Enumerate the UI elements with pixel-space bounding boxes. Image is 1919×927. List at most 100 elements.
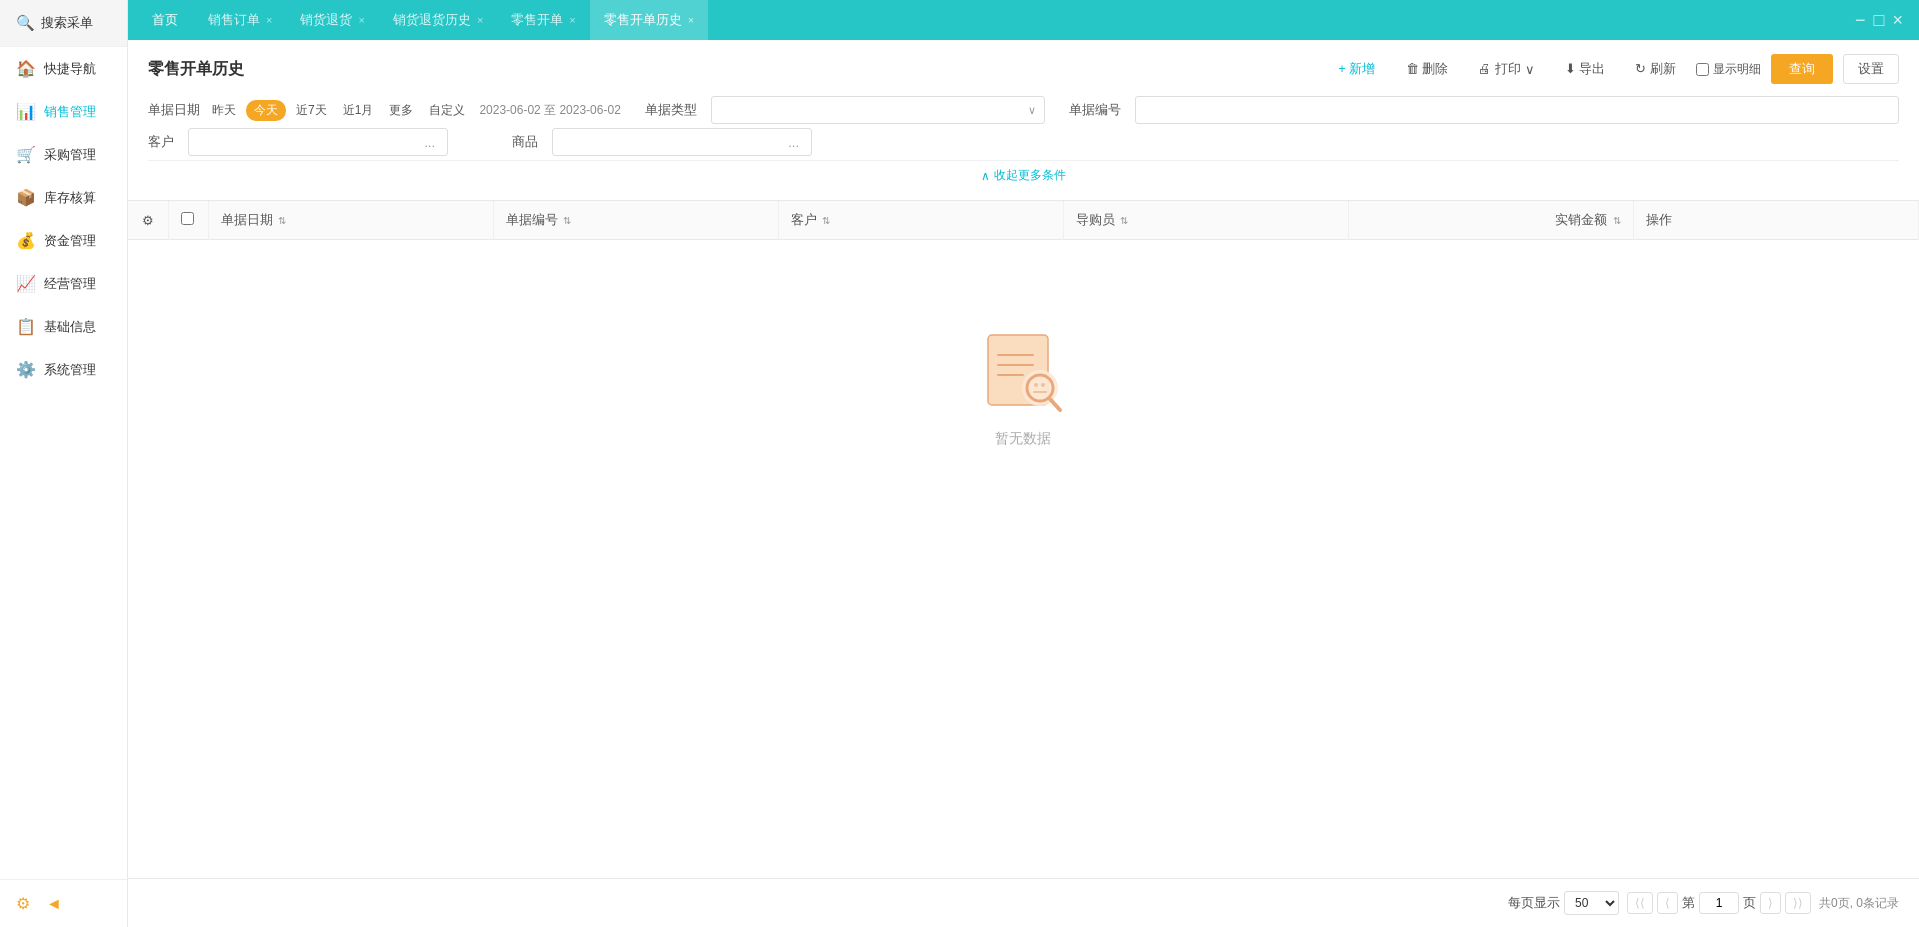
date-btn-custom[interactable]: 自定义 <box>423 100 471 121</box>
customer-select[interactable]: ... <box>188 128 448 156</box>
settings-icon[interactable]: ⚙ <box>16 894 30 913</box>
sort-guide-icon: ⇅ <box>1120 215 1128 226</box>
tab-sales-return[interactable]: 销货退货 × <box>286 0 378 40</box>
col-no[interactable]: 单据编号 ⇅ <box>493 201 778 240</box>
sidebar-item-label: 快捷导航 <box>44 60 96 78</box>
col-amount[interactable]: 实销金额 ⇅ <box>1348 201 1633 240</box>
display-detail-checkbox-label[interactable]: 显示明细 <box>1696 61 1761 78</box>
tab-sales-order-label: 销售订单 <box>208 11 260 29</box>
print-arrow: ∨ <box>1525 62 1535 77</box>
table-checkbox-col[interactable] <box>168 201 208 240</box>
last-page-btn[interactable]: ⟩⟩ <box>1785 892 1811 914</box>
date-btn-more[interactable]: 更多 <box>383 100 419 121</box>
sidebar-item-sys-mgmt[interactable]: ⚙️ 系统管理 <box>0 348 127 391</box>
sidebar-item-operations[interactable]: 📈 经营管理 <box>0 262 127 305</box>
goods-select[interactable]: ... <box>552 128 812 156</box>
chevron-down-icon: ∨ <box>1028 104 1036 117</box>
date-btn-7days[interactable]: 近7天 <box>290 100 333 121</box>
date-btn-1month[interactable]: 近1月 <box>337 100 380 121</box>
select-all-checkbox[interactable] <box>181 212 194 225</box>
sys-mgmt-icon: ⚙️ <box>16 360 36 379</box>
sidebar-item-purchase-mgmt[interactable]: 🛒 采购管理 <box>0 133 127 176</box>
sort-date-icon: ⇅ <box>278 215 286 226</box>
collapse-bar[interactable]: ∧ 收起更多条件 <box>148 160 1899 190</box>
print-button[interactable]: 🖨 打印 ∨ <box>1468 55 1545 83</box>
per-page-label: 每页显示 <box>1508 894 1560 912</box>
delete-button[interactable]: 🗑 删除 <box>1396 55 1459 83</box>
next-page-btn[interactable]: ⟩ <box>1760 892 1781 914</box>
date-btn-yesterday[interactable]: 昨天 <box>206 100 242 121</box>
tab-sales-order[interactable]: 销售订单 × <box>194 0 286 40</box>
sort-amount-icon: ⇅ <box>1613 215 1621 226</box>
page-header: 零售开单历史 + 新增 🗑 删除 🖨 打印 ∨ ⬇ 导出 ↻ 刷新 显示明细 查… <box>128 40 1919 201</box>
bill-type-select[interactable]: ∨ <box>711 96 1045 124</box>
display-detail-checkbox[interactable] <box>1696 63 1709 76</box>
bill-type-select-inner[interactable]: ∨ <box>711 96 1045 124</box>
goods-dots-icon[interactable]: ... <box>784 133 803 152</box>
tab-sales-return-history-label: 销货退货历史 <box>393 11 471 29</box>
tab-home[interactable]: 首页 <box>136 0 194 40</box>
bill-no-label: 单据编号 <box>1069 101 1121 119</box>
add-button[interactable]: + 新增 <box>1328 55 1385 83</box>
pagination: 每页显示 10 20 50 100 ⟨⟨ ⟨ 第 页 ⟩ <box>128 878 1919 927</box>
window-minimize-btn[interactable]: − <box>1855 10 1866 31</box>
window-maximize-btn[interactable]: □ <box>1874 10 1885 31</box>
inventory-icon: 📦 <box>16 188 36 207</box>
page-suffix: 页 <box>1743 894 1756 912</box>
collapse-sidebar-icon[interactable]: ◄ <box>46 895 62 913</box>
date-btn-today[interactable]: 今天 <box>246 100 286 121</box>
tab-retail-open[interactable]: 零售开单 × <box>497 0 589 40</box>
goods-select-inner[interactable]: ... <box>552 128 812 156</box>
sidebar-item-quick-nav[interactable]: 🏠 快捷导航 <box>0 47 127 90</box>
customer-label: 客户 <box>148 133 174 151</box>
sidebar-item-inventory[interactable]: 📦 库存核算 <box>0 176 127 219</box>
tab-retail-open-close[interactable]: × <box>569 14 575 26</box>
date-range: 2023-06-02 至 2023-06-02 <box>479 102 620 119</box>
prev-page-btn[interactable]: ⟨ <box>1657 892 1678 914</box>
table-area: ⚙ 单据日期 ⇅ 单据编号 ⇅ <box>128 201 1919 878</box>
sidebar-search[interactable]: 🔍 搜索采单 <box>0 0 127 47</box>
main-area: 首页 销售订单 × 销货退货 × 销货退货历史 × 零售开单 × 零售开单历史 … <box>128 0 1919 927</box>
data-table: ⚙ 单据日期 ⇅ 单据编号 ⇅ <box>128 201 1919 528</box>
sidebar-item-basic-info[interactable]: 📋 基础信息 <box>0 305 127 348</box>
tab-sales-order-close[interactable]: × <box>266 14 272 26</box>
sidebar-item-finance[interactable]: 💰 资金管理 <box>0 219 127 262</box>
tab-retail-open-history[interactable]: 零售开单历史 × <box>590 0 708 40</box>
sidebar-item-label: 库存核算 <box>44 189 96 207</box>
sidebar-item-label: 基础信息 <box>44 318 96 336</box>
page-number-input[interactable] <box>1699 892 1739 914</box>
col-date-label: 单据日期 <box>221 212 273 227</box>
col-no-label: 单据编号 <box>506 212 558 227</box>
sidebar-item-label: 采购管理 <box>44 146 96 164</box>
tab-retail-open-history-close[interactable]: × <box>688 14 694 26</box>
table-settings-col[interactable]: ⚙ <box>128 201 168 240</box>
display-detail-label: 显示明细 <box>1713 61 1761 78</box>
collapse-icon: ∧ <box>981 169 990 183</box>
customer-select-inner[interactable]: ... <box>188 128 448 156</box>
bill-no-input[interactable] <box>1135 96 1899 124</box>
page-label: 第 <box>1682 894 1695 912</box>
table-settings-icon[interactable]: ⚙ <box>142 213 154 228</box>
tab-sales-return-history-close[interactable]: × <box>477 14 483 26</box>
export-button[interactable]: ⬇ 导出 <box>1555 55 1616 83</box>
filter-goods: 商品 ... <box>512 128 812 156</box>
refresh-button[interactable]: ↻ 刷新 <box>1625 55 1686 83</box>
per-page-selector: 每页显示 10 20 50 100 <box>1508 891 1619 915</box>
filter-settings-button[interactable]: 设置 <box>1843 54 1899 84</box>
toolbar: + 新增 🗑 删除 🖨 打印 ∨ ⬇ 导出 ↻ 刷新 显示明细 查询 设置 <box>1328 54 1899 84</box>
col-customer[interactable]: 客户 ⇅ <box>778 201 1063 240</box>
window-close-btn[interactable]: × <box>1892 10 1903 31</box>
sidebar-item-sales-mgmt[interactable]: 📊 销售管理 <box>0 90 127 133</box>
filter-row-1: 单据日期 昨天 今天 近7天 近1月 更多 自定义 2023-06-02 至 2… <box>148 96 1899 124</box>
tab-sales-return-history[interactable]: 销货退货历史 × <box>379 0 497 40</box>
customer-dots-icon[interactable]: ... <box>420 133 439 152</box>
col-guide[interactable]: 导购员 ⇅ <box>1063 201 1348 240</box>
first-page-btn[interactable]: ⟨⟨ <box>1627 892 1653 914</box>
tab-sales-return-close[interactable]: × <box>358 14 364 26</box>
print-label: 🖨 打印 <box>1478 60 1521 78</box>
empty-state: 暂无数据 <box>128 240 1919 528</box>
col-date[interactable]: 单据日期 ⇅ <box>208 201 493 240</box>
per-page-select[interactable]: 10 20 50 100 <box>1564 891 1619 915</box>
filter-bill-type: 单据类型 ∨ <box>645 96 1045 124</box>
query-button[interactable]: 查询 <box>1771 54 1833 84</box>
